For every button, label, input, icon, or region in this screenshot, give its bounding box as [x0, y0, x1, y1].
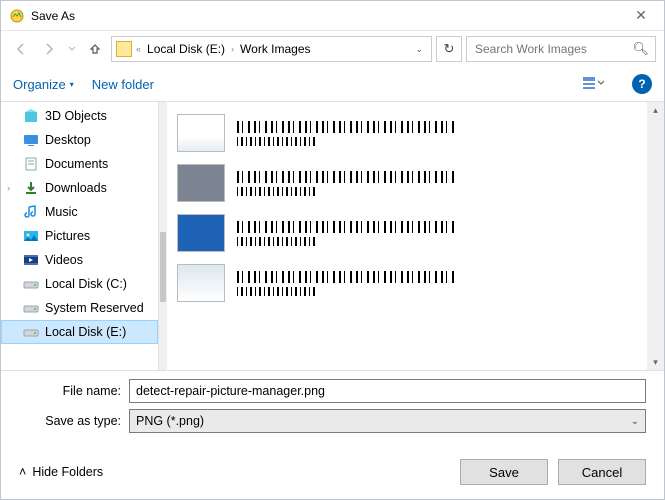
nav-item-label: Documents [45, 157, 108, 171]
recent-locations-button[interactable] [65, 37, 79, 61]
list-item[interactable] [171, 108, 643, 158]
splitter[interactable] [159, 102, 167, 370]
nav-item-docs[interactable]: Documents [1, 152, 158, 176]
chevron-up-icon: ˄ [19, 465, 26, 479]
filetype-label: Save as type: [19, 414, 129, 428]
cube-icon [23, 108, 39, 124]
content-scrollbar[interactable]: ▴ ▾ [647, 102, 664, 370]
organize-menu[interactable]: Organize ▾ [13, 77, 74, 92]
new-folder-button[interactable]: New folder [92, 77, 154, 92]
nav-item-label: Desktop [45, 133, 91, 147]
nav-item-music[interactable]: Music [1, 200, 158, 224]
nav-item-label: System Reserved [45, 301, 144, 315]
videos-icon [23, 252, 39, 268]
cancel-button[interactable]: Cancel [558, 459, 646, 485]
dialog-footer: ˄ Hide Folders Save Cancel [1, 445, 664, 499]
app-icon [9, 8, 25, 24]
back-button[interactable] [9, 37, 33, 61]
chevron-down-icon: ⌄ [631, 416, 639, 427]
dialog-body: 3D Objects Desktop Documents › Downloads Musi… [1, 101, 664, 371]
nav-item-drive[interactable]: System Reserved [1, 296, 158, 320]
refresh-button[interactable]: ↻ [436, 36, 462, 62]
close-button[interactable]: ✕ [618, 1, 664, 31]
navigation-pane[interactable]: 3D Objects Desktop Documents › Downloads Musi… [1, 102, 159, 370]
nav-item-label: Pictures [45, 229, 90, 243]
file-meta-redacted [237, 237, 317, 246]
file-thumbnail [177, 164, 225, 202]
nav-item-label: Downloads [45, 181, 107, 195]
breadcrumb-disk[interactable]: Local Disk (E:) [145, 42, 227, 56]
help-button[interactable]: ? [632, 74, 652, 94]
save-as-dialog: Save As ✕ « Local Disk (E:) › Work Image… [0, 0, 665, 500]
nav-item-label: 3D Objects [45, 109, 107, 123]
command-bar: Organize ▾ New folder ? [1, 67, 664, 101]
file-list[interactable]: ▴ ▾ [167, 102, 664, 370]
docs-icon [23, 156, 39, 172]
save-button[interactable]: Save [460, 459, 548, 485]
nav-item-label: Videos [45, 253, 83, 267]
scroll-up-icon[interactable]: ▴ [647, 102, 664, 118]
list-item[interactable] [171, 208, 643, 258]
nav-item-pictures[interactable]: Pictures [1, 224, 158, 248]
breadcrumb-folder[interactable]: Work Images [238, 42, 312, 56]
file-name-redacted [237, 171, 457, 183]
nav-scrollbar-thumb[interactable] [160, 232, 166, 302]
expand-icon[interactable]: › [7, 183, 10, 193]
search-input[interactable] [473, 41, 632, 57]
music-icon [23, 204, 39, 220]
file-meta-redacted [237, 187, 317, 196]
file-name-redacted [237, 221, 457, 233]
title-bar: Save As ✕ [1, 1, 664, 31]
filetype-select[interactable]: PNG (*.png) ⌄ [129, 409, 646, 433]
scroll-down-icon[interactable]: ▾ [647, 354, 664, 370]
forward-button[interactable] [37, 37, 61, 61]
file-thumbnail [177, 114, 225, 152]
organize-label: Organize [13, 77, 66, 92]
navigation-bar: « Local Disk (E:) › Work Images ⌄ ↻ 🔍︎ [1, 31, 664, 67]
file-thumbnail [177, 214, 225, 252]
chevron-right-icon: « [134, 44, 143, 54]
save-form: File name: Save as type: PNG (*.png) ⌄ [1, 371, 664, 445]
hide-folders-toggle[interactable]: ˄ Hide Folders [19, 465, 103, 479]
file-meta-redacted [237, 137, 317, 146]
hide-folders-label: Hide Folders [32, 465, 103, 479]
file-meta-redacted [237, 287, 317, 296]
pictures-icon [23, 228, 39, 244]
filename-input[interactable] [129, 379, 646, 403]
drive-icon [23, 276, 39, 292]
nav-item-label: Local Disk (C:) [45, 277, 127, 291]
nav-item-videos[interactable]: Videos [1, 248, 158, 272]
file-thumbnail [177, 264, 225, 302]
chevron-down-icon: ▾ [70, 80, 74, 89]
up-button[interactable] [83, 37, 107, 61]
drive-icon [23, 324, 39, 340]
file-name-redacted [237, 121, 457, 133]
list-item[interactable] [171, 158, 643, 208]
search-icon: 🔍︎ [632, 41, 649, 57]
nav-item-desktop[interactable]: Desktop [1, 128, 158, 152]
nav-item-label: Music [45, 205, 78, 219]
file-name-redacted [237, 271, 457, 283]
filename-label: File name: [19, 384, 129, 398]
address-bar[interactable]: « Local Disk (E:) › Work Images ⌄ [111, 36, 432, 62]
window-title: Save As [31, 9, 618, 23]
view-options-button[interactable] [580, 72, 608, 96]
filetype-value: PNG (*.png) [136, 414, 204, 428]
nav-item-drive[interactable]: Local Disk (C:) [1, 272, 158, 296]
search-box[interactable]: 🔍︎ [466, 36, 656, 62]
desktop-icon [23, 132, 39, 148]
drive-icon [23, 300, 39, 316]
nav-item-cube[interactable]: 3D Objects [1, 104, 158, 128]
list-item[interactable] [171, 258, 643, 308]
chevron-right-icon: › [229, 44, 236, 54]
downloads-icon [23, 180, 39, 196]
nav-item-label: Local Disk (E:) [45, 325, 126, 339]
nav-item-drive[interactable]: Local Disk (E:) [1, 320, 158, 344]
folder-icon [116, 41, 132, 57]
address-dropdown[interactable]: ⌄ [411, 44, 427, 55]
nav-item-downloads[interactable]: › Downloads [1, 176, 158, 200]
